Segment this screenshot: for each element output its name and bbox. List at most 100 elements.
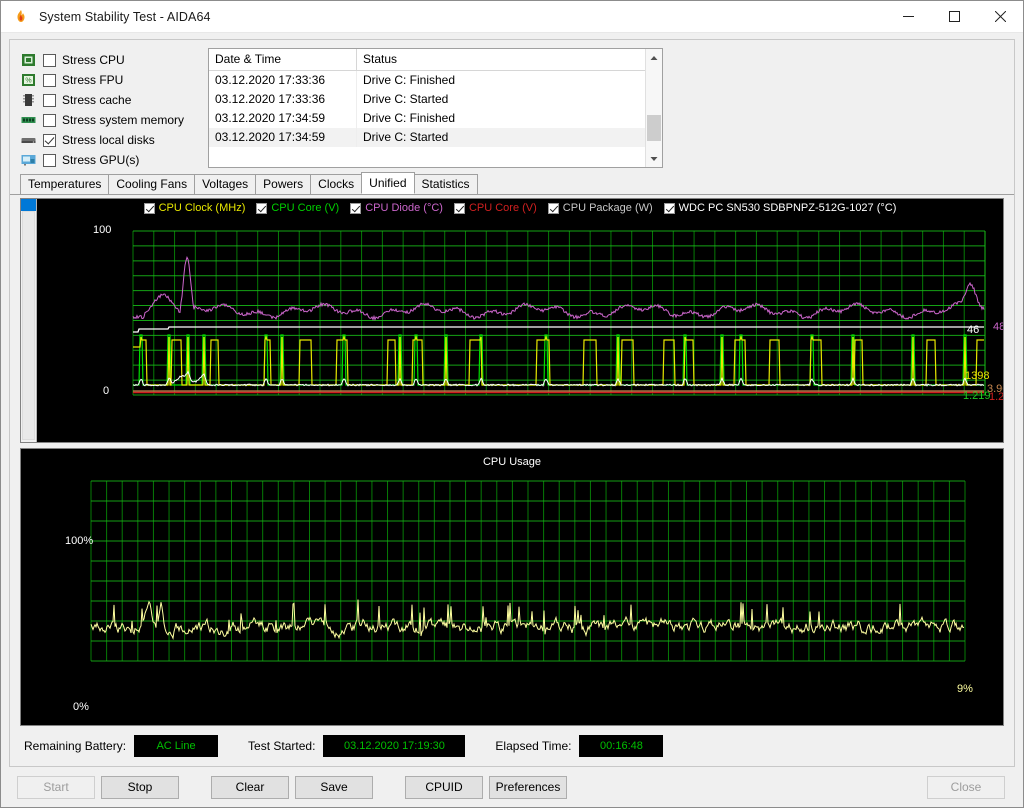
graph-scrollbar-thumb[interactable] — [21, 199, 36, 211]
legend-item-cpu-core-v-green[interactable]: CPU Core (V) — [256, 202, 339, 214]
stress-option-local-disks[interactable]: Stress local disks — [20, 130, 198, 150]
stress-option-cache[interactable]: Stress cache — [20, 90, 198, 110]
cpu-usage-panel[interactable]: CPU Usage 100% 0% 9% — [20, 448, 1004, 726]
tab-unified[interactable]: Unified — [361, 172, 415, 194]
stress-fpu-checkbox[interactable] — [43, 73, 56, 87]
table-row[interactable]: 03.12.2020 17:33:36 Drive C: Started — [209, 90, 645, 109]
value-label-cpu-clock: 1398 — [965, 370, 990, 382]
cpu-usage-canvas — [90, 480, 966, 662]
unified-sensor-graph[interactable]: CPU Clock (MHz) CPU Core (V) CPU Diode (… — [37, 199, 1003, 442]
legend-checkbox-cpu-clock[interactable] — [143, 202, 155, 214]
stress-local-disks-checkbox[interactable] — [43, 133, 56, 147]
legend-item-cpu-core-v-red[interactable]: CPU Core (V) — [453, 202, 537, 214]
close-icon[interactable] — [977, 1, 1023, 33]
stress-option-label: Stress GPU(s) — [62, 153, 140, 167]
value-label-cpu-diode: 48 — [993, 321, 1003, 333]
title-bar: System Stability Test - AIDA64 — [1, 1, 1023, 33]
stress-option-cpu[interactable]: Stress CPU — [20, 50, 198, 70]
test-started-label: Test Started: — [248, 739, 316, 753]
stress-option-fpu[interactable]: % Stress FPU — [20, 70, 198, 90]
log-cell-status: Drive C: Started — [363, 130, 449, 144]
window-controls — [885, 1, 1023, 33]
cpu-usage-title: CPU Usage — [482, 456, 542, 468]
stress-option-label: Stress CPU — [62, 53, 125, 67]
stress-option-label: Stress system memory — [62, 113, 185, 127]
tab-temperatures[interactable]: Temperatures — [20, 174, 110, 194]
value-label-cpu-core-v-red: 1.21 — [989, 391, 1003, 403]
maximize-icon[interactable] — [931, 1, 977, 33]
window-title: System Stability Test - AIDA64 — [39, 9, 211, 24]
save-button[interactable]: Save — [295, 775, 373, 799]
close-button: Close — [927, 775, 1005, 799]
graph-scrollbar-track[interactable] — [22, 211, 35, 440]
flame-icon — [7, 1, 35, 33]
log-column-datetime[interactable]: Date & Time — [209, 49, 357, 70]
log-scrollbar[interactable] — [645, 49, 662, 167]
legend-checkbox-cpu-diode[interactable] — [350, 202, 362, 214]
stop-button[interactable]: Stop — [101, 775, 179, 799]
graph-area: CPU Clock (MHz) CPU Core (V) CPU Diode (… — [10, 195, 1014, 726]
legend-item-cpu-package[interactable]: CPU Package (W) — [547, 202, 653, 214]
log-scrollbar-track[interactable] — [646, 66, 662, 150]
preferences-button[interactable]: Preferences — [489, 775, 567, 799]
cpu-usage-current-value: 9% — [957, 683, 973, 695]
log-cell-datetime: 03.12.2020 17:34:59 — [209, 128, 357, 147]
log-column-status[interactable]: Status — [357, 49, 645, 70]
legend-label: CPU Core (V) — [468, 202, 537, 214]
log-scrollbar-thumb[interactable] — [647, 114, 661, 141]
elapsed-time-label: Elapsed Time: — [495, 739, 572, 753]
legend-item-cpu-clock[interactable]: CPU Clock (MHz) — [143, 202, 245, 214]
cpu-usage-min-label: 0% — [73, 701, 89, 713]
stress-option-gpu[interactable]: Stress GPU(s) — [20, 150, 198, 170]
tab-statistics[interactable]: Statistics — [413, 174, 478, 194]
table-row[interactable]: 03.12.2020 17:34:59 Drive C: Started — [209, 128, 645, 147]
stress-memory-checkbox[interactable] — [43, 113, 56, 127]
cpuid-button[interactable]: CPUID — [405, 775, 483, 799]
tab-voltages[interactable]: Voltages — [194, 174, 257, 194]
legend-item-ssd-temp[interactable]: WDC PC SN530 SDBPNPZ-512G-1027 (°C) — [663, 202, 897, 214]
log-cell-status: Drive C: Finished — [363, 73, 456, 87]
log-cell-status: Drive C: Finished — [363, 111, 456, 125]
log-cell-datetime: 03.12.2020 17:33:36 — [209, 71, 357, 90]
table-row[interactable]: 03.12.2020 17:33:36 Drive C: Finished — [209, 71, 645, 90]
stress-option-label: Stress local disks — [62, 133, 155, 147]
legend-checkbox-cpu-core-v-green[interactable] — [256, 202, 268, 214]
log-cell-status: Drive C: Started — [363, 92, 449, 106]
elapsed-time-value: 00:16:48 — [579, 735, 664, 757]
memory-module-icon — [20, 112, 37, 128]
percent-chip-icon: % — [20, 72, 37, 88]
scroll-up-arrow-icon[interactable] — [646, 49, 662, 66]
test-started-value: 03.12.2020 17:19:30 — [323, 735, 466, 757]
value-label-ssd-temp: 46 — [967, 324, 980, 336]
legend-checkbox-cpu-core-v-red[interactable] — [453, 202, 465, 214]
log-table: Date & Time Status 03.12.2020 17:33:36 D… — [209, 49, 645, 167]
tab-powers[interactable]: Powers — [255, 174, 312, 194]
log-header-row: Date & Time Status — [209, 49, 645, 71]
y-axis-max-label: 100 — [93, 224, 112, 236]
battery-label: Remaining Battery: — [24, 739, 127, 753]
tab-clocks[interactable]: Clocks — [310, 174, 363, 194]
tab-cooling-fans[interactable]: Cooling Fans — [108, 174, 196, 194]
legend-label: WDC PC SN530 SDBPNPZ-512G-1027 (°C) — [678, 202, 897, 214]
legend-item-cpu-diode[interactable]: CPU Diode (°C) — [350, 202, 443, 214]
legend-checkbox-ssd-temp[interactable] — [663, 202, 675, 214]
legend-label: CPU Core (V) — [271, 202, 340, 214]
stress-option-label: Stress cache — [62, 93, 132, 107]
legend-checkbox-cpu-package[interactable] — [547, 202, 559, 214]
graph-scrollbar[interactable] — [21, 199, 37, 442]
svg-text:%: % — [25, 78, 31, 85]
stress-option-memory[interactable]: Stress system memory — [20, 110, 198, 130]
minimize-icon[interactable] — [885, 1, 931, 33]
button-bar: Start Stop Clear Save CPUID Preferences … — [1, 767, 1023, 807]
legend-label: CPU Package (W) — [562, 202, 653, 214]
stress-option-label: Stress FPU — [62, 73, 124, 87]
clear-button[interactable]: Clear — [211, 775, 289, 799]
scroll-down-arrow-icon[interactable] — [646, 150, 662, 167]
table-row[interactable]: 03.12.2020 17:34:59 Drive C: Finished — [209, 109, 645, 128]
client-area: Stress CPU % Stress FPU Stress cache Str… — [9, 39, 1015, 767]
stress-cache-checkbox[interactable] — [43, 93, 56, 107]
log-cell-datetime: 03.12.2020 17:33:36 — [209, 90, 357, 109]
stress-gpu-checkbox[interactable] — [43, 153, 56, 167]
cpu-usage-max-label: 100% — [65, 535, 94, 547]
stress-cpu-checkbox[interactable] — [43, 53, 56, 67]
